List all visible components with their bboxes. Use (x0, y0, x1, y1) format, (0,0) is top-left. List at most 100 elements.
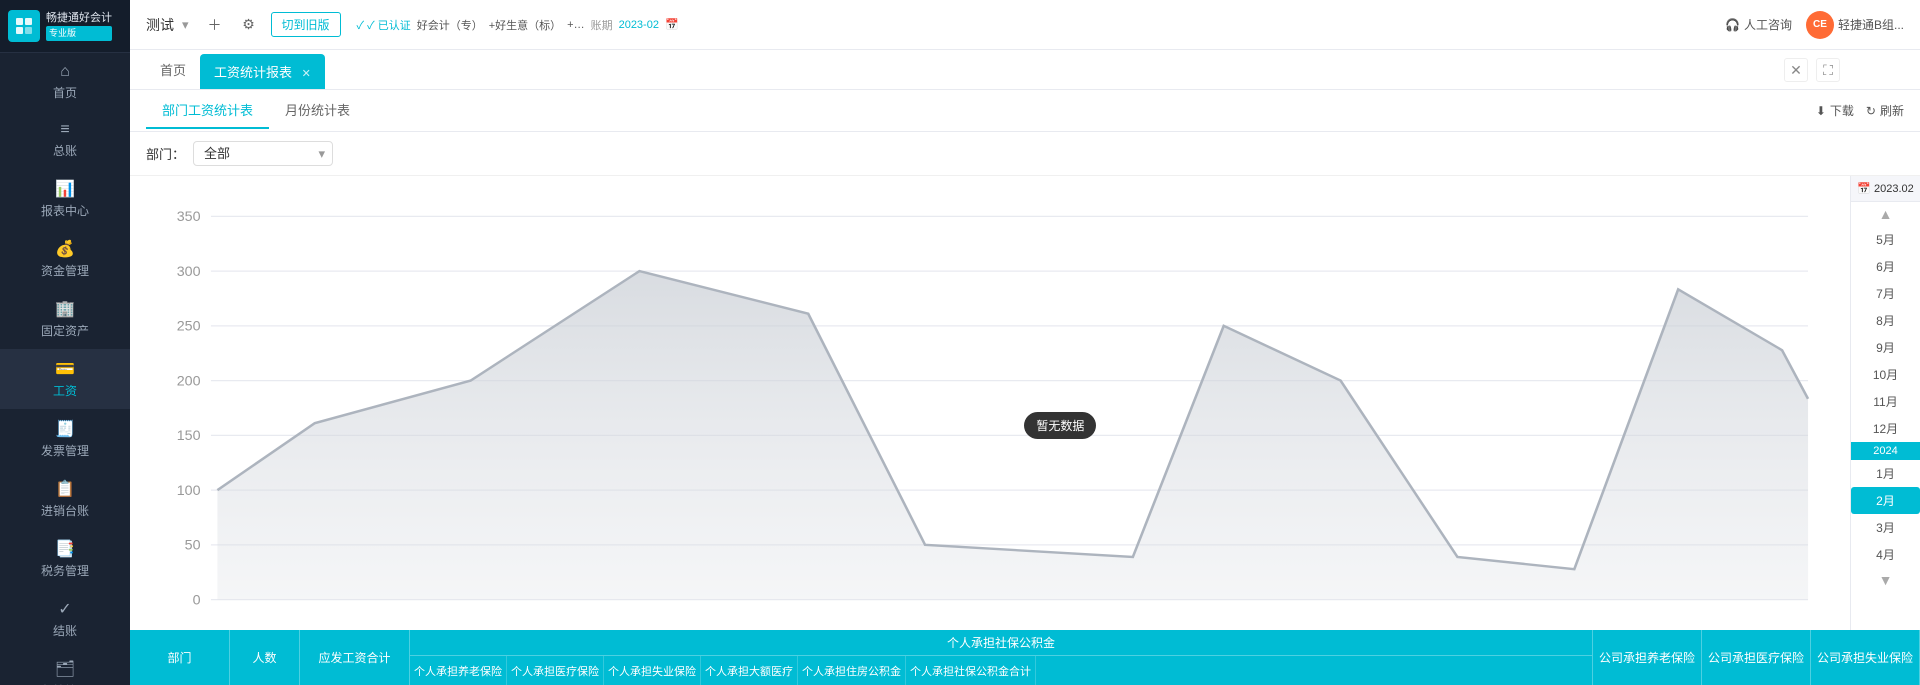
sidebar-label-salary: 工资 (53, 382, 77, 399)
sales-icon: 📋 (55, 479, 75, 499)
svg-text:150: 150 (177, 428, 201, 443)
chart-main: 350 300 250 200 150 100 50 0 (130, 176, 1850, 630)
month-8[interactable]: 8月 (1851, 307, 1920, 334)
sidebar-label-reports: 报表中心 (41, 202, 89, 219)
tab-salary-report[interactable]: 工资统计报表 ✕ (200, 54, 325, 89)
year-2024-header: 2024 (1851, 442, 1920, 460)
th-group-label-text: 个人承担社保公积金 (947, 636, 1055, 650)
topbar: 测试 ▾ ＋ ⚙ 切到旧版 ✓ ✓ 已认证 好会计（专） +好生意（标） +… … (130, 0, 1920, 50)
date-prev-btn[interactable]: ▲ (1879, 206, 1893, 222)
calendar-small-icon: 📅 (1857, 182, 1871, 195)
download-label: 下载 (1830, 102, 1854, 119)
sidebar-item-archive[interactable]: 🗂 归档管理 (0, 649, 130, 685)
sidebar-nav: ⌂ 首页 ≡ 总账 📊 报表中心 💰 资金管理 🏢 固定资产 💳 工资 🧾 发票… (0, 53, 130, 685)
month-4[interactable]: 4月 (1851, 541, 1920, 568)
month-3[interactable]: 3月 (1851, 514, 1920, 541)
month-2-active[interactable]: 2月 (1851, 487, 1920, 514)
inner-tab-month[interactable]: 月份统计表 (269, 92, 366, 129)
month-7[interactable]: 7月 (1851, 280, 1920, 307)
month-5[interactable]: 5月 (1851, 226, 1920, 253)
salary-icon: 💳 (55, 359, 75, 379)
period-value: 2023-02 (619, 19, 659, 31)
th-unemployment: 个人承担失业保险 (604, 656, 701, 685)
sidebar-item-tax[interactable]: 📑 税务管理 (0, 529, 130, 589)
month-12[interactable]: 12月 (1851, 415, 1920, 442)
th-social-total: 个人承担社保公积金合计 (906, 656, 1036, 685)
month-1[interactable]: 1月 (1851, 460, 1920, 487)
inner-tab-dept[interactable]: 部门工资统计表 (146, 92, 269, 129)
svg-text:250: 250 (177, 318, 201, 333)
th-group-label: 个人承担社保公积金 (410, 630, 1592, 656)
refresh-label: 刷新 (1880, 102, 1904, 119)
calendar-icon[interactable]: 📅 (665, 18, 679, 31)
tabbar: 首页 工资统计报表 ✕ (130, 50, 1920, 90)
tab-home[interactable]: 首页 (146, 52, 200, 89)
topbar-add-btn[interactable]: ＋ (201, 11, 229, 39)
th-pension: 个人承担养老保险 (410, 656, 507, 685)
sidebar-item-home[interactable]: ⌂ 首页 (0, 53, 130, 111)
topbar-dropdown-btn[interactable]: ▾ (182, 17, 189, 33)
badge-shengyi: +好生意（标） (489, 17, 561, 33)
sidebar-item-invoice[interactable]: 🧾 发票管理 (0, 409, 130, 469)
th-dept: 部门 (130, 630, 230, 685)
th-group-personal: 个人承担社保公积金 个人承担养老保险 个人承担医疗保险 个人承担失业保险 个人承… (410, 630, 1593, 685)
dept-filter-wrap: 全部 (193, 141, 333, 166)
sidebar-item-funds[interactable]: 💰 资金管理 (0, 229, 130, 289)
topbar-btn-group: ＋ ⚙ (201, 11, 263, 39)
month-9[interactable]: 9月 (1851, 334, 1920, 361)
switch-to-old-btn[interactable]: 切到旧版 (271, 12, 341, 37)
window-expand-btn[interactable]: ⛶ (1816, 58, 1840, 82)
date-panel-nav: ▲ (1851, 202, 1920, 226)
window-close-btn[interactable]: ✕ (1784, 58, 1808, 82)
topbar-settings-btn[interactable]: ⚙ (235, 11, 263, 39)
certified-text: ✓ 已认证 (367, 20, 411, 32)
date-panel: 📅 2023.02 ▲ 5月 6月 7月 8月 9月 10月 11月 12月 2… (1850, 176, 1920, 630)
sidebar-label-ledger: 总账 (53, 142, 77, 159)
tab-salary-label: 工资统计报表 (214, 65, 292, 80)
sidebar-label-close: 结账 (53, 622, 77, 639)
sidebar-item-reports[interactable]: 📊 报表中心 (0, 169, 130, 229)
sidebar: 畅捷通好会计 专业版 ⌂ 首页 ≡ 总账 📊 报表中心 💰 资金管理 🏢 固定资… (0, 0, 130, 685)
date-next-btn[interactable]: ▼ (1879, 572, 1893, 588)
refresh-icon: ↻ (1866, 104, 1876, 118)
th-total-salary-label: 应发工资合计 (318, 649, 390, 666)
th-headcount: 人数 (230, 630, 300, 685)
app-logo-icon (8, 10, 40, 42)
sidebar-item-ledger[interactable]: ≡ 总账 (0, 111, 130, 169)
ledger-icon: ≡ (60, 121, 69, 139)
topbar-title: 测试 (146, 15, 174, 35)
download-icon: ⬇ (1816, 104, 1826, 118)
sidebar-item-sales[interactable]: 📋 进销台账 (0, 469, 130, 529)
month-6[interactable]: 6月 (1851, 253, 1920, 280)
user-info[interactable]: CE 轻捷通B组... (1806, 11, 1904, 39)
help-btn[interactable]: 🎧 人工咨询 (1725, 16, 1792, 33)
certified-icon: ✓ (357, 20, 365, 32)
th-group-cols: 个人承担养老保险 个人承担医疗保险 个人承担失业保险 个人承担大额医疗 个人承担… (410, 656, 1592, 685)
inner-tab-dept-label: 部门工资统计表 (162, 103, 253, 118)
app-name: 畅捷通好会计 (46, 11, 112, 26)
th-medical: 个人承担医疗保险 (507, 656, 604, 685)
certified-badge: ✓ ✓ 已认证 (357, 17, 411, 33)
salary-chart-svg: 350 300 250 200 150 100 50 0 (146, 192, 1834, 630)
month-11[interactable]: 11月 (1851, 388, 1920, 415)
tab-close-btn[interactable]: ✕ (302, 68, 311, 80)
user-avatar: CE (1806, 11, 1834, 39)
invoice-icon: 🧾 (55, 419, 75, 439)
month-10[interactable]: 10月 (1851, 361, 1920, 388)
svg-text:100: 100 (177, 482, 201, 497)
badge-more: +… (567, 19, 584, 31)
dept-filter-select[interactable]: 全部 (193, 141, 333, 166)
sidebar-item-assets[interactable]: 🏢 固定资产 (0, 289, 130, 349)
sidebar-item-close[interactable]: ✓ 结账 (0, 589, 130, 649)
date-panel-header: 📅 2023.02 (1851, 176, 1920, 202)
download-btn[interactable]: ⬇ 下载 (1816, 102, 1854, 119)
th-total-salary: 应发工资合计 (300, 630, 410, 685)
inner-tab-actions: ⬇ 下载 ↻ 刷新 (1816, 102, 1904, 119)
svg-text:350: 350 (177, 209, 201, 224)
dept-filter-label: 部门： (146, 144, 185, 163)
refresh-btn[interactable]: ↻ 刷新 (1866, 102, 1904, 119)
chart-area: 350 300 250 200 150 100 50 0 (130, 176, 1920, 630)
assets-icon: 🏢 (55, 299, 75, 319)
th-housing-fund: 个人承担住房公积金 (798, 656, 906, 685)
sidebar-item-salary[interactable]: 💳 工资 (0, 349, 130, 409)
